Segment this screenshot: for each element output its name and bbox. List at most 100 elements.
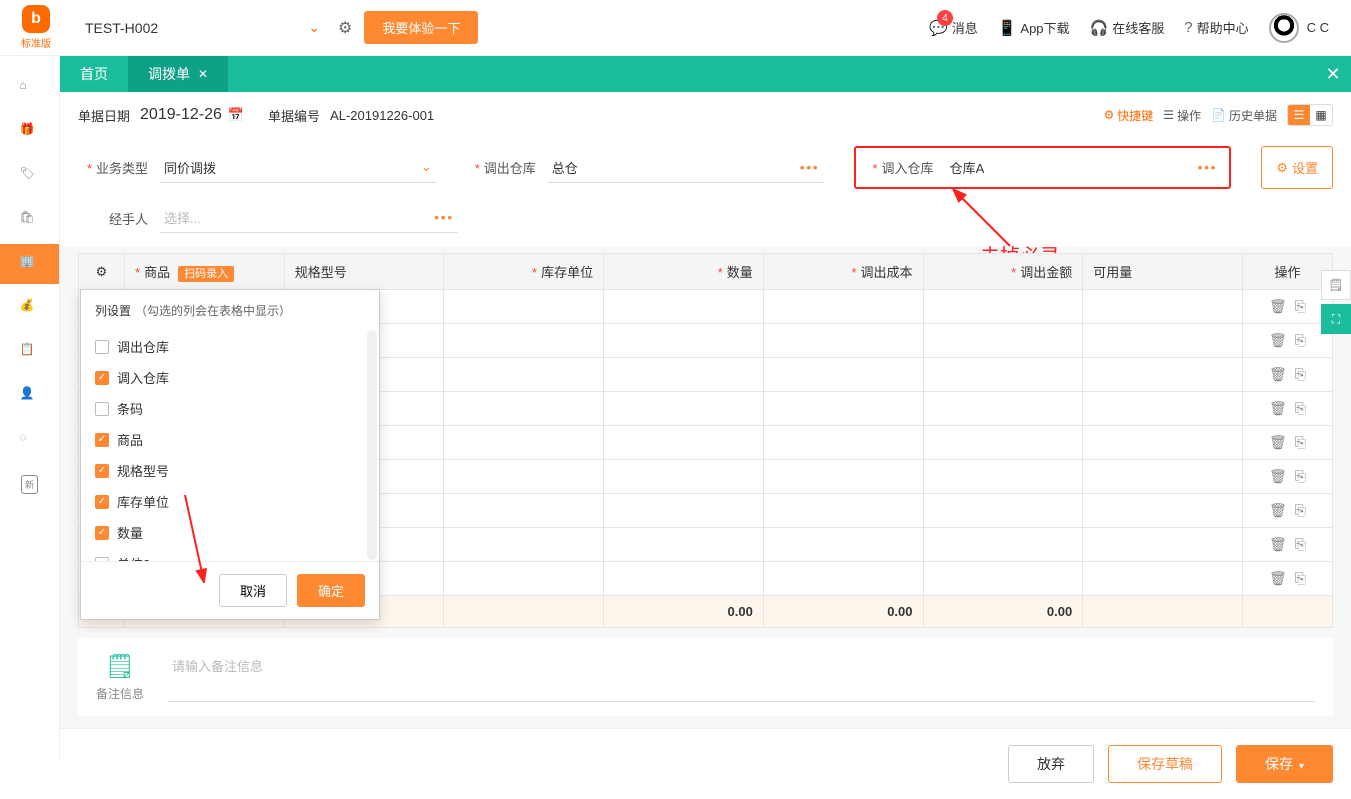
copy-icon[interactable]: ⎘ xyxy=(1295,298,1306,314)
scan-button[interactable]: 扫码录入 xyxy=(178,266,234,282)
float-panel: 🗒 ⛶ xyxy=(1321,270,1351,334)
checkbox-icon[interactable]: ✓ xyxy=(95,526,109,540)
gear-icon: ⚙ xyxy=(1276,160,1288,176)
sidebar-new[interactable]: 新 xyxy=(0,464,59,504)
delete-icon[interactable]: 🗑 xyxy=(1269,502,1287,518)
sidebar-bag[interactable]: 🛍 xyxy=(0,200,59,240)
close-icon[interactable]: ✕ xyxy=(198,67,208,81)
scrollbar[interactable] xyxy=(367,330,377,560)
copy-icon[interactable]: ⎘ xyxy=(1295,502,1306,518)
delete-icon[interactable]: 🗑 xyxy=(1269,366,1287,382)
save-draft-button[interactable]: 保存草稿 xyxy=(1108,745,1222,783)
try-button[interactable]: 我要体验一下 xyxy=(364,11,478,44)
delete-icon[interactable]: 🗑 xyxy=(1269,434,1287,450)
checkbox-icon[interactable]: ✓ xyxy=(95,371,109,385)
grid-view-icon[interactable]: ▦ xyxy=(1310,105,1332,125)
sidebar-loading[interactable]: ◌ xyxy=(0,420,59,460)
tab-transfer[interactable]: 调拨单 ✕ xyxy=(128,56,228,92)
delete-icon[interactable]: 🗑 xyxy=(1269,400,1287,416)
discard-button[interactable]: 放弃 xyxy=(1008,745,1094,783)
handler-field[interactable]: 经手人 选择...••• xyxy=(78,203,458,233)
note-icon: 🗒 xyxy=(105,652,135,681)
gift-icon: 🎁 xyxy=(20,122,40,142)
list-view-icon[interactable]: ☰ xyxy=(1288,105,1310,125)
copy-icon[interactable]: ⎘ xyxy=(1295,400,1306,416)
colset-item[interactable]: ✓商品 xyxy=(95,424,365,455)
delete-icon[interactable]: 🗑 xyxy=(1269,570,1287,586)
checkbox-icon[interactable] xyxy=(95,557,109,562)
question-icon: ? xyxy=(1184,19,1192,36)
delete-icon[interactable]: 🗑 xyxy=(1269,298,1287,314)
cancel-button[interactable]: 取消 xyxy=(219,574,287,607)
confirm-button[interactable]: 确定 xyxy=(297,574,365,607)
checkbox-icon[interactable]: ✓ xyxy=(95,464,109,478)
copy-icon[interactable]: ⎘ xyxy=(1295,366,1306,382)
col-available: 可用量 xyxy=(1083,254,1243,290)
biz-type-field[interactable]: *业务类型 同价调拨⌄ xyxy=(78,146,436,189)
more-icon[interactable]: ••• xyxy=(434,210,454,225)
calendar-icon[interactable]: 📅 xyxy=(228,107,244,123)
shortcut-link[interactable]: ⚙ 快捷键 xyxy=(1103,107,1153,124)
online-service-link[interactable]: 🎧 在线客服 xyxy=(1090,18,1165,37)
remark-area: 🗒 备注信息 请输入备注信息 xyxy=(78,638,1333,716)
expand-icon: ⛶ xyxy=(1332,312,1340,327)
delete-icon[interactable]: 🗑 xyxy=(1269,536,1287,552)
sidebar-clipboard[interactable]: 📋 xyxy=(0,332,59,372)
remark-input[interactable]: 请输入备注信息 xyxy=(168,652,1315,702)
colset-item[interactable]: 单位2 xyxy=(95,548,365,561)
more-icon[interactable]: ••• xyxy=(1198,160,1218,175)
float-expand-button[interactable]: ⛶ xyxy=(1321,304,1351,334)
copy-icon[interactable]: ⎘ xyxy=(1295,536,1306,552)
colset-item[interactable]: ✓调入仓库 xyxy=(95,362,365,393)
messages-badge: 4 xyxy=(937,10,953,26)
logo[interactable]: b 标准版 xyxy=(12,5,60,50)
colset-item[interactable]: ✓数量 xyxy=(95,517,365,548)
new-icon: 新 xyxy=(21,475,38,494)
close-all-tabs[interactable]: ✕ xyxy=(1315,56,1351,92)
copy-icon[interactable]: ⎘ xyxy=(1295,332,1306,348)
history-link[interactable]: 📄 历史单据 xyxy=(1211,107,1277,124)
more-icon[interactable]: ••• xyxy=(800,160,820,175)
colset-item[interactable]: ✓库存单位 xyxy=(95,486,365,517)
tab-home[interactable]: 首页 xyxy=(60,56,128,92)
save-button[interactable]: 保存▾ xyxy=(1236,745,1333,783)
delete-icon[interactable]: 🗑 xyxy=(1269,332,1287,348)
colset-item[interactable]: ✓规格型号 xyxy=(95,455,365,486)
column-settings-trigger[interactable]: ⚙ xyxy=(79,254,125,290)
user-menu[interactable]: C C xyxy=(1269,13,1329,43)
sidebar-wallet[interactable]: 💰 xyxy=(0,288,59,328)
col-unit: *库存单位 xyxy=(444,254,604,290)
date-value[interactable]: 2019-12-26 xyxy=(140,106,222,124)
help-center-link[interactable]: ? 帮助中心 xyxy=(1184,18,1248,37)
copy-icon[interactable]: ⎘ xyxy=(1295,570,1306,586)
sidebar-gift[interactable]: 🎁 xyxy=(0,112,59,152)
colset-item[interactable]: 调出仓库 xyxy=(95,331,365,362)
checkbox-icon[interactable] xyxy=(95,402,109,416)
sidebar-user[interactable]: 👤 xyxy=(0,376,59,416)
float-note-button[interactable]: 🗒 xyxy=(1321,270,1351,300)
app-download-link[interactable]: 📱 App下载 xyxy=(998,18,1070,37)
list-icon: ☰ xyxy=(1163,108,1174,122)
copy-icon[interactable]: ⎘ xyxy=(1295,468,1306,484)
settings-icon[interactable]: ⚙ xyxy=(338,18,352,38)
in-warehouse-field[interactable]: *调入仓库 仓库A••• xyxy=(854,146,1232,189)
checkbox-icon[interactable]: ✓ xyxy=(95,433,109,447)
colset-item[interactable]: 条码 xyxy=(95,393,365,424)
operation-link[interactable]: ☰ 操作 xyxy=(1163,107,1201,124)
sidebar-home[interactable]: ⌂ xyxy=(0,68,59,108)
org-select[interactable]: TEST-H002 ⌄ xyxy=(75,13,330,43)
settings-button[interactable]: ⚙ 设置 xyxy=(1261,146,1333,189)
delete-icon[interactable]: 🗑 xyxy=(1269,468,1287,484)
home-icon: ⌂ xyxy=(20,78,40,98)
sidebar-tag[interactable]: 🏷 xyxy=(0,156,59,196)
user-card-icon: 👤 xyxy=(20,386,40,406)
view-toggle[interactable]: ☰ ▦ xyxy=(1287,104,1333,126)
out-warehouse-field[interactable]: *调出仓库 总仓••• xyxy=(466,146,824,189)
sidebar-warehouse[interactable]: 🏢 xyxy=(0,244,59,284)
checkbox-icon[interactable] xyxy=(95,340,109,354)
checkbox-icon[interactable]: ✓ xyxy=(95,495,109,509)
messages-link[interactable]: 💬 4 消息 xyxy=(929,18,978,37)
annotation-arrow-icon xyxy=(180,493,220,583)
copy-icon[interactable]: ⎘ xyxy=(1295,434,1306,450)
form-header: 单据日期 2019-12-26 📅 单据编号 AL-20191226-001 ⚙… xyxy=(60,92,1351,138)
